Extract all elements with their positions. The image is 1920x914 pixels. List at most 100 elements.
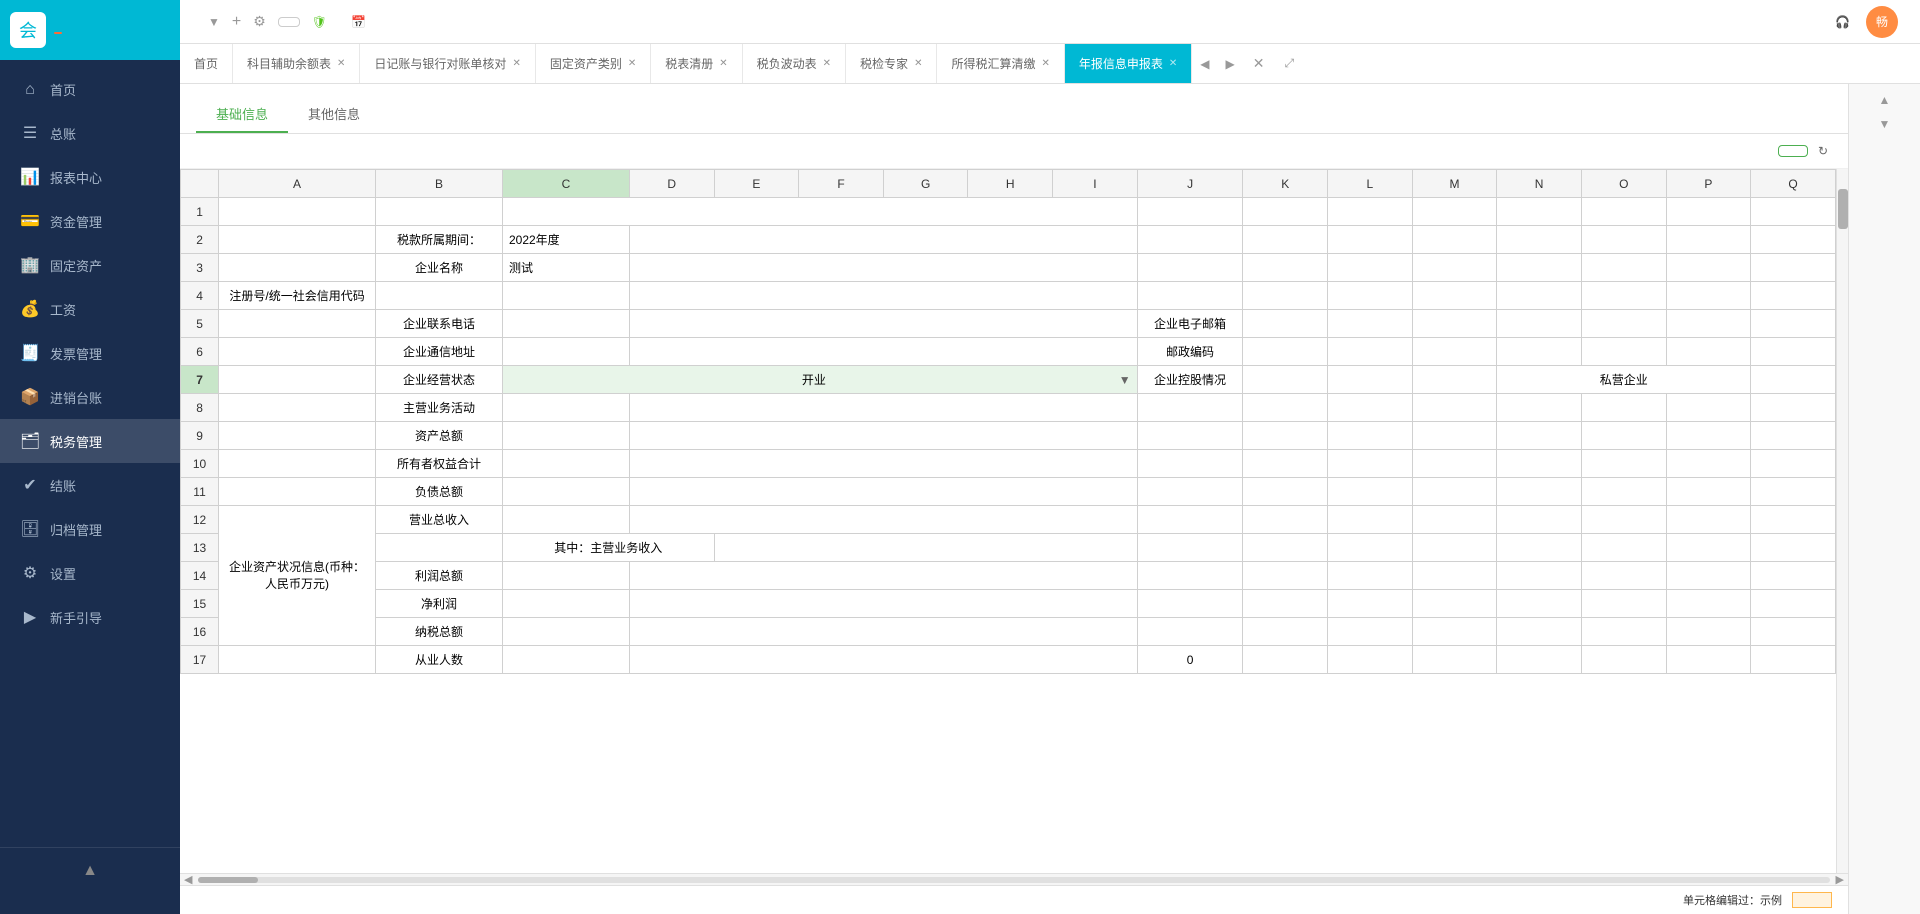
cell-5-rest[interactable] (629, 310, 1137, 338)
cell-7-M[interactable] (1412, 366, 1497, 394)
cell-9-A[interactable] (219, 422, 376, 450)
cell-14-rest[interactable] (629, 562, 1137, 590)
cell-12-C[interactable] (502, 506, 629, 534)
cell-11-P[interactable] (1666, 478, 1751, 506)
cell-7-NOP[interactable]: 私营企业 (1497, 366, 1751, 394)
cell-11-A[interactable] (219, 478, 376, 506)
cell-13-Q[interactable] (1751, 534, 1836, 562)
h-scrollbar-thumb[interactable] (198, 877, 258, 883)
calendar-icon[interactable]: 📅 (351, 15, 366, 29)
tab-aux-balance[interactable]: 科目辅助余额表✕ (233, 44, 360, 84)
cell-6-B[interactable]: 企业通信地址 (376, 338, 503, 366)
tab-home[interactable]: 首页 (180, 44, 233, 84)
cell-14-O[interactable] (1581, 562, 1666, 590)
cell-10-rest[interactable] (629, 450, 1137, 478)
tab-close-income-tax[interactable]: ✕ (1041, 58, 1049, 69)
cell-8-C[interactable] (502, 394, 629, 422)
cell-17-K[interactable] (1243, 646, 1328, 674)
cell-6-Q[interactable] (1751, 338, 1836, 366)
cell-8-L[interactable] (1328, 394, 1413, 422)
cell-16-P[interactable] (1666, 618, 1751, 646)
cell-16-Q[interactable] (1751, 618, 1836, 646)
cell-11-N[interactable] (1497, 478, 1582, 506)
cell-17-rest[interactable] (629, 646, 1137, 674)
cell-14-M[interactable] (1412, 562, 1497, 590)
cell-8-A[interactable] (219, 394, 376, 422)
cell-14-K[interactable] (1243, 562, 1328, 590)
cell-3-A[interactable] (219, 254, 376, 282)
tab-nav-next[interactable]: ▶ (1218, 57, 1243, 71)
tab-close-annual-report[interactable]: ✕ (1169, 58, 1177, 69)
cell-12-B[interactable]: 营业总收入 (376, 506, 503, 534)
cell-3-M[interactable] (1412, 254, 1497, 282)
sidebar-item-tax[interactable]: 🗂税务管理 (0, 419, 180, 463)
cell-5-N[interactable] (1497, 310, 1582, 338)
cell-1-K[interactable] (1243, 198, 1328, 226)
cell-4-K[interactable] (1243, 282, 1328, 310)
year-nav-down[interactable]: ▼ (1869, 112, 1901, 136)
cell-15-rest[interactable] (629, 590, 1137, 618)
cell-15-M[interactable] (1412, 590, 1497, 618)
cell-15-C[interactable] (502, 590, 629, 618)
cell-8-Q[interactable] (1751, 394, 1836, 422)
col-header-P[interactable]: P (1666, 170, 1751, 198)
cell-1-A[interactable] (219, 198, 376, 226)
col-header-G[interactable]: G (883, 170, 968, 198)
cell-2-J[interactable] (1137, 226, 1243, 254)
cell-10-P[interactable] (1666, 450, 1751, 478)
spreadsheet[interactable]: A B C D E F G H I J (180, 169, 1836, 873)
cell-3-rest[interactable] (629, 254, 1137, 282)
cell-3-J[interactable] (1137, 254, 1243, 282)
cell-13-P[interactable] (1666, 534, 1751, 562)
tab-tax-declaration[interactable]: 税表清册✕ (651, 44, 742, 84)
cell-1-B[interactable] (376, 198, 503, 226)
cell-6-O[interactable] (1581, 338, 1666, 366)
cell-8-O[interactable] (1581, 394, 1666, 422)
cell-2-K[interactable] (1243, 226, 1328, 254)
tab-close-tax-expert[interactable]: ✕ (914, 58, 922, 69)
cell-7-B[interactable]: 企业经营状态 (376, 366, 503, 394)
sidebar-pin-button[interactable] (0, 884, 180, 904)
sidebar-item-asset[interactable]: 🏢固定资产 (0, 243, 180, 287)
cell-16-M[interactable] (1412, 618, 1497, 646)
cell-13-J[interactable] (1137, 534, 1243, 562)
sidebar-item-guide[interactable]: ▶新手引导 (0, 595, 180, 639)
cell-7-L[interactable] (1328, 366, 1413, 394)
cell-15-K[interactable] (1243, 590, 1328, 618)
cell-11-M[interactable] (1412, 478, 1497, 506)
cell-4-rest[interactable] (629, 282, 1137, 310)
col-header-J[interactable]: J (1137, 170, 1243, 198)
tab-close-all-button[interactable]: ✕ (1243, 55, 1275, 72)
v-scrollbar-thumb[interactable] (1838, 189, 1848, 229)
cell-5-L[interactable] (1328, 310, 1413, 338)
tab-tax-expert[interactable]: 税检专家✕ (846, 44, 937, 84)
cell-14-L[interactable] (1328, 562, 1413, 590)
cell-1-N[interactable] (1497, 198, 1582, 226)
col-header-C[interactable]: C (502, 170, 629, 198)
cell-10-K[interactable] (1243, 450, 1328, 478)
cell-14-J[interactable] (1137, 562, 1243, 590)
cell-6-A[interactable] (219, 338, 376, 366)
sidebar-item-archive[interactable]: 🗄归档管理 (0, 507, 180, 551)
cell-6-C[interactable] (502, 338, 629, 366)
col-header-D[interactable]: D (629, 170, 714, 198)
cell-13-O[interactable] (1581, 534, 1666, 562)
cell-10-M[interactable] (1412, 450, 1497, 478)
cell-16-O[interactable] (1581, 618, 1666, 646)
cell-15-L[interactable] (1328, 590, 1413, 618)
cell-7-dropdown[interactable]: 开业 ▼ (502, 366, 1137, 394)
sidebar-item-inventory[interactable]: 📦进销台账 (0, 375, 180, 419)
cell-5-A[interactable] (219, 310, 376, 338)
sidebar-item-settle[interactable]: ✔结账 (0, 463, 180, 507)
cell-16-B[interactable]: 纳税总额 (376, 618, 503, 646)
cell-3-O[interactable] (1581, 254, 1666, 282)
cell-4-C[interactable] (502, 282, 629, 310)
cell-11-O[interactable] (1581, 478, 1666, 506)
sidebar-item-salary[interactable]: 💰工资 (0, 287, 180, 331)
cell-15-P[interactable] (1666, 590, 1751, 618)
col-header-H[interactable]: H (968, 170, 1053, 198)
cell-11-J[interactable] (1137, 478, 1243, 506)
cell-3-K[interactable] (1243, 254, 1328, 282)
cell-3-Q[interactable] (1751, 254, 1836, 282)
cell-3-N[interactable] (1497, 254, 1582, 282)
